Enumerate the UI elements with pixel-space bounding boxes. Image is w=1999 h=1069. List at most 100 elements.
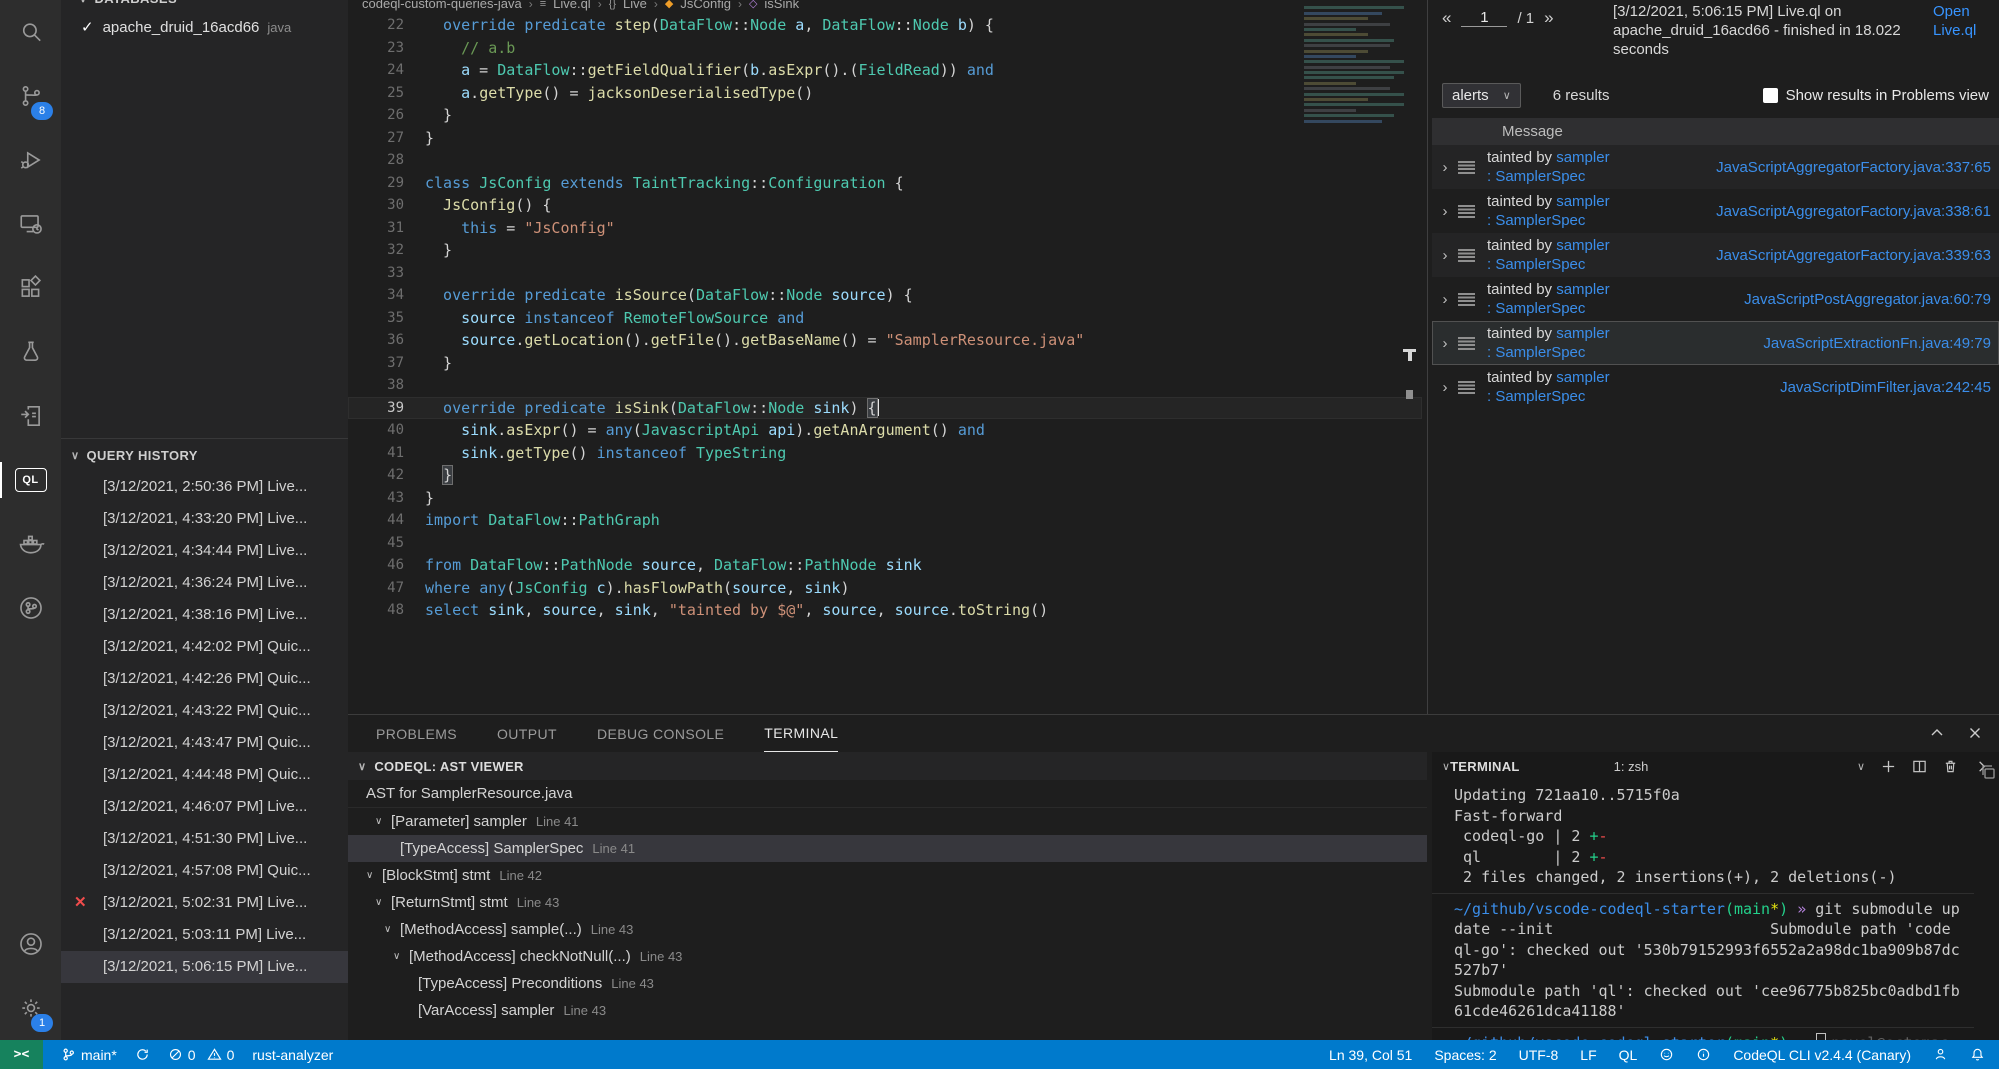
ast-node[interactable]: [VarAccess] samplerLine 43: [348, 997, 1427, 1024]
message-link[interactable]: sampler: [1556, 149, 1609, 166]
message-link[interactable]: : SamplerSpec: [1487, 211, 1610, 230]
chevron-down-icon[interactable]: ∨: [384, 924, 400, 935]
page-next-button[interactable]: »: [1544, 8, 1553, 28]
query-history-item[interactable]: [3/12/2021, 4:44:48 PM] Quic...: [61, 759, 348, 791]
query-history-item[interactable]: [3/12/2021, 4:38:16 PM] Live...: [61, 599, 348, 631]
ast-node[interactable]: ∨[BlockStmt] stmtLine 42: [348, 862, 1427, 889]
query-history-header[interactable]: ∨ QUERY HISTORY: [61, 439, 348, 471]
editor[interactable]: codeql-custom-queries-java›≡Live.ql›{}Li…: [348, 0, 1422, 714]
info-icon[interactable]: [1696, 1047, 1711, 1062]
notifications-bell-icon[interactable]: [1970, 1047, 1985, 1062]
code-line[interactable]: 48select sink, source, sink, "tainted by…: [348, 599, 1422, 622]
eol-setting[interactable]: LF: [1580, 1047, 1596, 1063]
message-link[interactable]: sampler: [1556, 237, 1609, 254]
ast-node[interactable]: ∨[ReturnStmt] stmtLine 43: [348, 889, 1427, 916]
codeql-cli-status[interactable]: CodeQL CLI v2.4.4 (Canary): [1733, 1047, 1911, 1063]
database-item[interactable]: ✓ apache_druid_16acd66 java: [61, 12, 348, 42]
expand-chevron-icon[interactable]: ›: [1432, 291, 1458, 308]
code-line[interactable]: 23 // a.b: [348, 37, 1422, 60]
message-link[interactable]: sampler: [1556, 325, 1609, 342]
result-location-link[interactable]: JavaScriptExtractionFn.java:49:79: [1763, 335, 1999, 352]
maximize-panel-icon[interactable]: [1929, 725, 1945, 741]
message-link[interactable]: sampler: [1556, 281, 1609, 298]
query-history-item[interactable]: [3/12/2021, 4:33:20 PM] Live...: [61, 503, 348, 535]
query-history-item[interactable]: [3/12/2021, 4:43:47 PM] Quic...: [61, 727, 348, 759]
code-line[interactable]: 26 }: [348, 104, 1422, 127]
result-row[interactable]: ›tainted by sampler: SamplerSpecJavaScri…: [1432, 189, 1999, 233]
query-history-item[interactable]: [3/12/2021, 4:36:24 PM] Live...: [61, 567, 348, 599]
git-graph-icon[interactable]: [0, 576, 61, 640]
settings-gear-icon[interactable]: 1: [0, 976, 61, 1040]
message-link[interactable]: sampler: [1556, 193, 1609, 210]
code-line[interactable]: 45: [348, 532, 1422, 555]
ast-node[interactable]: ∨[Parameter] samplerLine 41: [348, 808, 1427, 835]
breadcrumb-item[interactable]: Live.ql: [553, 0, 591, 11]
breadcrumb[interactable]: codeql-custom-queries-java›≡Live.ql›{}Li…: [348, 0, 1422, 13]
code-line[interactable]: 27}: [348, 127, 1422, 150]
breadcrumb-item[interactable]: Live: [623, 0, 647, 11]
code-line[interactable]: 33: [348, 262, 1422, 285]
terminal-shell-select[interactable]: 1: zsh: [1614, 759, 1649, 774]
query-history-item[interactable]: [3/12/2021, 5:03:11 PM] Live...: [61, 919, 348, 951]
expand-chevron-icon[interactable]: ›: [1432, 335, 1458, 352]
breadcrumb-item[interactable]: isSink: [764, 0, 799, 11]
code-line[interactable]: 25 a.getType() = jacksonDeserialisedType…: [348, 82, 1422, 105]
test-beaker-icon[interactable]: [0, 320, 61, 384]
search-icon[interactable]: [0, 0, 61, 64]
query-history-item[interactable]: [3/12/2021, 4:46:07 PM] Live...: [61, 791, 348, 823]
query-history-item[interactable]: [3/12/2021, 4:51:30 PM] Live...: [61, 823, 348, 855]
ast-node[interactable]: [TypeAccess] SamplerSpecLine 41: [348, 835, 1427, 862]
problems-view-checkbox[interactable]: [1763, 88, 1778, 103]
code-line[interactable]: 35 source instanceof RemoteFlowSource an…: [348, 307, 1422, 330]
problems-indicator[interactable]: 0 0: [168, 1047, 235, 1063]
sync-icon[interactable]: [135, 1047, 150, 1062]
panel-tab-problems[interactable]: PROBLEMS: [376, 715, 457, 752]
ast-node[interactable]: ∨[MethodAccess] checkNotNull(...)Line 43: [348, 943, 1427, 970]
result-location-link[interactable]: JavaScriptPostAggregator.java:60:79: [1744, 291, 1999, 308]
docker-icon[interactable]: [0, 512, 61, 576]
copy-icon[interactable]: [1980, 764, 1996, 780]
feedback-icon[interactable]: [1659, 1047, 1674, 1062]
breadcrumb-item[interactable]: codeql-custom-queries-java: [362, 0, 522, 11]
kill-terminal-icon[interactable]: [1943, 759, 1958, 774]
panel-tab-terminal[interactable]: TERMINAL: [764, 715, 838, 752]
source-control-icon[interactable]: 8: [0, 64, 61, 128]
cursor-position[interactable]: Ln 39, Col 51: [1329, 1047, 1412, 1063]
code-line[interactable]: 46from DataFlow::PathNode source, DataFl…: [348, 554, 1422, 577]
indentation-setting[interactable]: Spaces: 2: [1434, 1047, 1496, 1063]
expand-chevron-icon[interactable]: ›: [1432, 159, 1458, 176]
code-line[interactable]: 42 }: [348, 464, 1422, 487]
code-line[interactable]: 32 }: [348, 239, 1422, 262]
shell-dropdown-icon[interactable]: ∨: [1857, 760, 1865, 773]
split-terminal-icon[interactable]: [1912, 759, 1927, 774]
code-line[interactable]: 31 this = "JsConfig": [348, 217, 1422, 240]
account-icon[interactable]: [0, 912, 61, 976]
expand-chevron-icon[interactable]: ›: [1432, 203, 1458, 220]
code-line[interactable]: 44import DataFlow::PathGraph: [348, 509, 1422, 532]
code-line[interactable]: 34 override predicate isSource(DataFlow:…: [348, 284, 1422, 307]
query-history-item[interactable]: [3/12/2021, 4:42:26 PM] Quic...: [61, 663, 348, 695]
message-link[interactable]: : SamplerSpec: [1487, 343, 1610, 362]
extensions-icon[interactable]: [0, 256, 61, 320]
message-link[interactable]: : SamplerSpec: [1487, 299, 1610, 318]
new-terminal-icon[interactable]: [1881, 759, 1896, 774]
chevron-down-icon[interactable]: ∨: [375, 816, 391, 827]
code-line[interactable]: 22 override predicate step(DataFlow::Nod…: [348, 14, 1422, 37]
remote-user-icon[interactable]: [1933, 1047, 1948, 1062]
code-line[interactable]: 29class JsConfig extends TaintTracking::…: [348, 172, 1422, 195]
message-link[interactable]: : SamplerSpec: [1487, 387, 1610, 406]
query-history-item[interactable]: [3/12/2021, 4:34:44 PM] Live...: [61, 535, 348, 567]
code-line[interactable]: 24 a = DataFlow::getFieldQualifier(b.asE…: [348, 59, 1422, 82]
close-panel-icon[interactable]: [1967, 725, 1983, 741]
ast-viewer-header[interactable]: ∨ CODEQL: AST VIEWER: [348, 752, 1427, 780]
code-line[interactable]: 38: [348, 374, 1422, 397]
code-line[interactable]: 39 override predicate isSink(DataFlow::N…: [348, 397, 1422, 420]
query-history-item[interactable]: ✕[3/12/2021, 5:02:31 PM] Live...: [61, 887, 348, 919]
chevron-down-icon[interactable]: ∨: [366, 870, 382, 881]
chevron-down-icon[interactable]: ∨: [393, 951, 409, 962]
code-line[interactable]: 36 source.getLocation().getFile().getBas…: [348, 329, 1422, 352]
query-history-item[interactable]: [3/12/2021, 2:50:36 PM] Live...: [61, 471, 348, 503]
query-history-item[interactable]: [3/12/2021, 5:06:15 PM] Live...: [61, 951, 348, 983]
page-number-input[interactable]: 1: [1461, 9, 1507, 27]
code-line[interactable]: 43}: [348, 487, 1422, 510]
